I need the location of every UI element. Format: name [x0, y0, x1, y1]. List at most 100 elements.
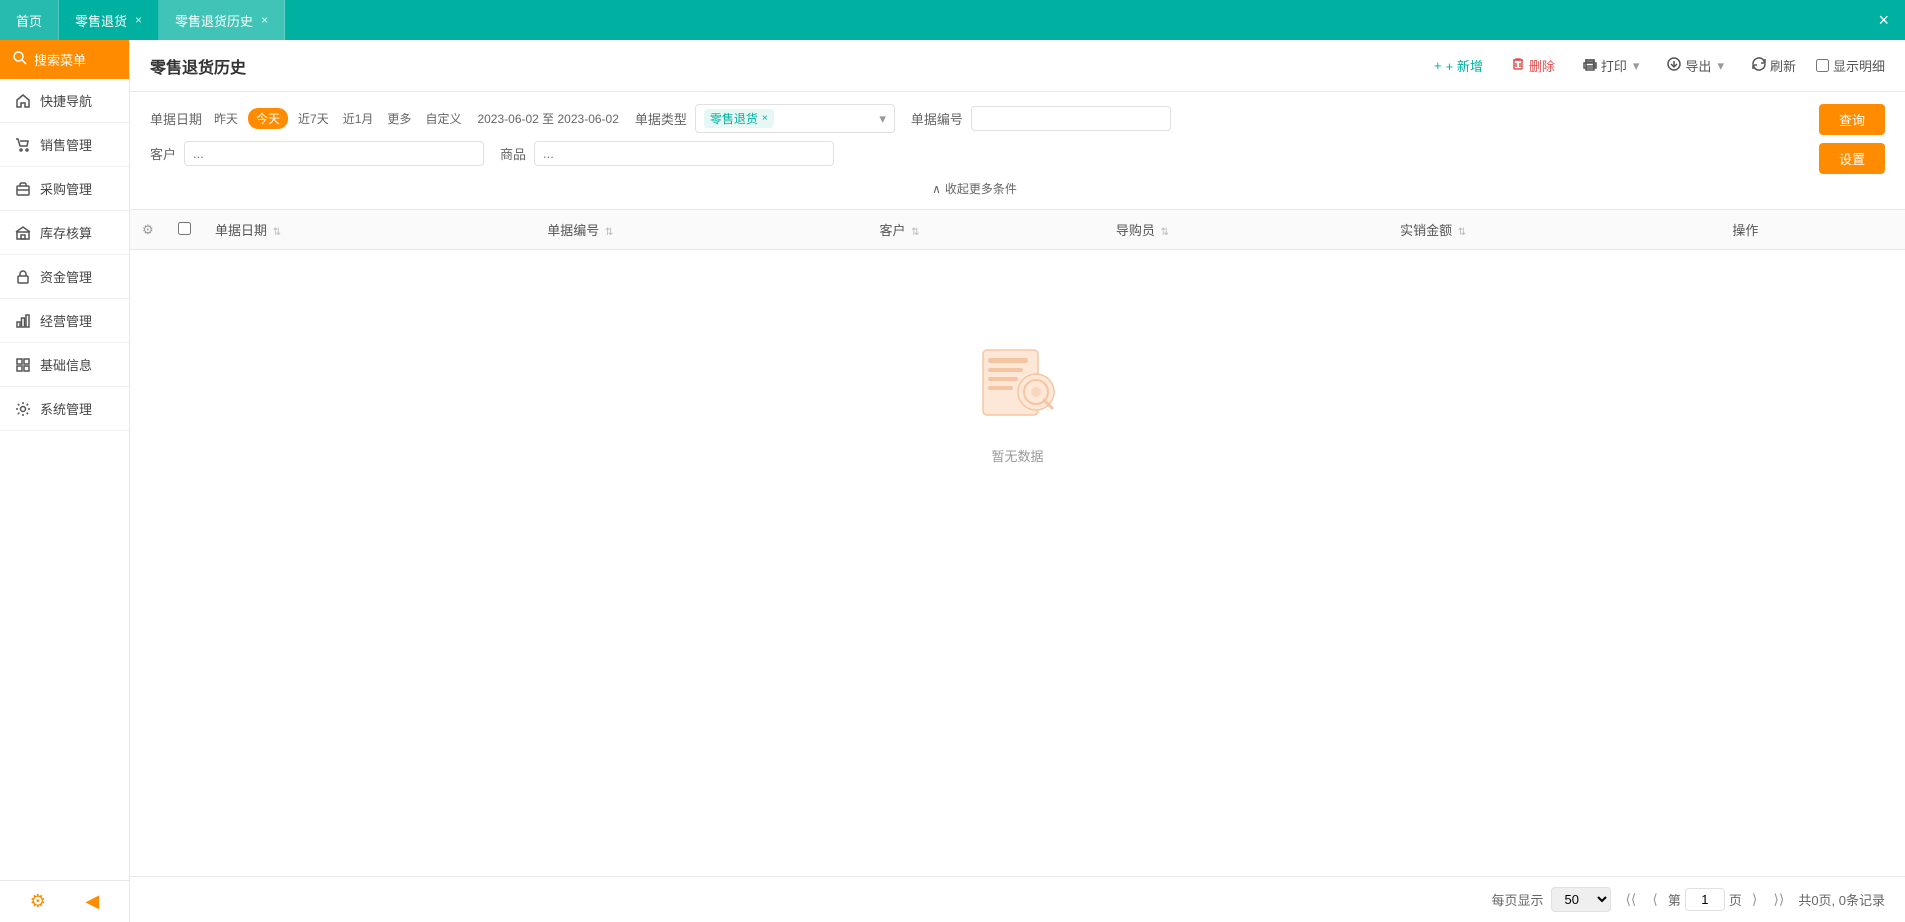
- query-button[interactable]: 查询: [1819, 104, 1885, 135]
- sidebar-item-operations[interactable]: 经营管理: [0, 299, 129, 343]
- sidebar-item-finance[interactable]: 资金管理: [0, 255, 129, 299]
- tab-retail-return-history[interactable]: 零售退货历史 ×: [159, 0, 285, 40]
- prev-page-button[interactable]: ⟨: [1646, 889, 1663, 910]
- content-area: 零售退货历史 + + 新增 删除 打印 ▾: [130, 40, 1905, 922]
- table-body: 暂无数据: [130, 250, 1905, 546]
- next-page-button[interactable]: ⟩: [1746, 889, 1763, 910]
- delete-label: 删除: [1529, 56, 1555, 75]
- voucher-type-value: 零售退货 ×: [704, 109, 875, 128]
- window-close-button[interactable]: ×: [1862, 10, 1905, 31]
- customer-input[interactable]: [184, 141, 484, 166]
- th-guide-sort-icon: ⇅: [1160, 227, 1168, 238]
- per-page-select[interactable]: 50 100 200: [1551, 887, 1611, 912]
- pagination-bar: 每页显示 50 100 200 ⟨⟨ ⟨ 第 1 页 ⟩ ⟩⟩ 共0页, 0条记…: [130, 876, 1905, 922]
- sidebar-search[interactable]: 搜索菜单: [0, 40, 129, 79]
- th-no[interactable]: 单据编号 ⇅: [535, 210, 867, 250]
- show-detail-label: 显示明细: [1833, 56, 1885, 75]
- th-date[interactable]: 单据日期 ⇅: [203, 210, 535, 250]
- sidebar: 搜索菜单 快捷导航 销售管理 采购管理: [0, 40, 130, 922]
- goods-input[interactable]: [534, 141, 834, 166]
- th-action: 操作: [1720, 210, 1905, 250]
- voucher-no-group: 单据编号: [911, 106, 1171, 131]
- last-page-button[interactable]: ⟩⟩: [1767, 889, 1790, 910]
- filter-settings-button[interactable]: 设置: [1819, 143, 1885, 174]
- export-button[interactable]: 导出 ▾: [1659, 52, 1732, 79]
- date-btn-more[interactable]: 更多: [383, 108, 415, 129]
- th-guide[interactable]: 导购员 ⇅: [1104, 210, 1388, 250]
- settings-icon[interactable]: ⚙: [30, 891, 46, 912]
- print-dropdown-icon: ▾: [1633, 58, 1640, 74]
- page-unit-label: 页: [1729, 890, 1742, 909]
- chart-icon: [14, 312, 32, 330]
- th-checkbox: [166, 210, 203, 250]
- th-amount-label: 实销金额: [1400, 223, 1452, 238]
- th-amount[interactable]: 实销金额 ⇅: [1388, 210, 1720, 250]
- th-customer[interactable]: 客户 ⇅: [868, 210, 1104, 250]
- show-detail-checkbox-label[interactable]: 显示明细: [1816, 56, 1885, 75]
- sidebar-item-sales[interactable]: 销售管理: [0, 123, 129, 167]
- refresh-label: 刷新: [1770, 56, 1796, 75]
- sidebar-item-operations-label: 经营管理: [40, 311, 92, 330]
- print-button[interactable]: 打印 ▾: [1575, 52, 1648, 79]
- sidebar-item-quick-nav[interactable]: 快捷导航: [0, 79, 129, 123]
- page-header: 零售退货历史 + + 新增 删除 打印 ▾: [130, 40, 1905, 92]
- refresh-button[interactable]: 刷新: [1744, 52, 1804, 79]
- th-amount-sort-icon: ⇅: [1458, 227, 1466, 238]
- voucher-no-label: 单据编号: [911, 109, 963, 128]
- date-range-display: 2023-06-02 至 2023-06-02: [477, 110, 618, 127]
- table-settings-icon[interactable]: ⚙: [142, 222, 154, 237]
- toolbar: + + 新增 删除 打印 ▾: [1426, 52, 1885, 79]
- delete-icon: [1511, 57, 1525, 74]
- date-filter-group: 单据日期 昨天 今天 近7天 近1月 更多 自定义 2023-06-02 至 2…: [150, 108, 619, 129]
- date-btn-today[interactable]: 今天: [248, 108, 288, 129]
- collapse-icon[interactable]: ◀: [85, 891, 99, 912]
- empty-text: 暂无数据: [991, 446, 1043, 465]
- voucher-type-select[interactable]: 零售退货 × ▾: [695, 104, 895, 133]
- sidebar-item-finance-label: 资金管理: [40, 267, 92, 286]
- date-btn-yesterday[interactable]: 昨天: [210, 108, 242, 129]
- first-page-button[interactable]: ⟨⟨: [1619, 889, 1642, 910]
- export-dropdown-icon: ▾: [1717, 58, 1724, 74]
- tab-retail-return-history-label: 零售退货历史: [175, 11, 253, 30]
- sidebar-search-label: 搜索菜单: [34, 50, 86, 69]
- collapse-button[interactable]: ∧ 收起更多条件: [932, 180, 1017, 197]
- voucher-no-input[interactable]: [971, 106, 1171, 131]
- date-btn-custom[interactable]: 自定义: [421, 108, 465, 129]
- sidebar-item-system[interactable]: 系统管理: [0, 387, 129, 431]
- voucher-type-tag-close[interactable]: ×: [762, 113, 768, 124]
- page-nav: ⟨⟨ ⟨ 第 1 页 ⟩ ⟩⟩: [1619, 888, 1790, 911]
- date-btn-7days[interactable]: 近7天: [294, 108, 333, 129]
- grid-icon: [14, 356, 32, 374]
- tab-retail-return-close[interactable]: ×: [135, 13, 142, 27]
- cart-icon: [14, 136, 32, 154]
- tab-retail-return-label: 零售退货: [75, 11, 127, 30]
- tab-retail-return[interactable]: 零售退货 ×: [59, 0, 159, 40]
- tab-home[interactable]: 首页: [0, 0, 59, 40]
- th-date-label: 单据日期: [215, 223, 267, 238]
- th-settings: ⚙: [130, 210, 166, 250]
- page-number-input[interactable]: 1: [1685, 888, 1725, 911]
- add-button[interactable]: + + 新增: [1426, 52, 1491, 79]
- sidebar-item-sales-label: 销售管理: [40, 135, 92, 154]
- query-settings-col: 查询 设置: [1819, 104, 1885, 174]
- search-icon: [12, 50, 28, 69]
- sidebar-item-inventory[interactable]: 库存核算: [0, 211, 129, 255]
- tab-home-label: 首页: [16, 11, 42, 30]
- sidebar-item-quick-nav-label: 快捷导航: [40, 91, 92, 110]
- export-icon: [1667, 57, 1681, 74]
- date-btn-1month[interactable]: 近1月: [339, 108, 378, 129]
- select-all-checkbox[interactable]: [178, 222, 191, 235]
- sidebar-item-system-label: 系统管理: [40, 399, 92, 418]
- th-date-sort-icon: ⇅: [273, 227, 281, 238]
- delete-button[interactable]: 删除: [1503, 52, 1563, 79]
- print-label: 打印: [1601, 56, 1627, 75]
- lock-icon: [14, 268, 32, 286]
- tab-retail-return-history-close[interactable]: ×: [261, 13, 268, 27]
- customer-filter-group: 客户: [150, 141, 484, 166]
- customer-filter-label: 客户: [150, 144, 176, 163]
- sidebar-item-basic-info[interactable]: 基础信息: [0, 343, 129, 387]
- warehouse-icon: [14, 224, 32, 242]
- sidebar-item-purchase[interactable]: 采购管理: [0, 167, 129, 211]
- sidebar-item-purchase-label: 采购管理: [40, 179, 92, 198]
- show-detail-checkbox[interactable]: [1816, 59, 1829, 72]
